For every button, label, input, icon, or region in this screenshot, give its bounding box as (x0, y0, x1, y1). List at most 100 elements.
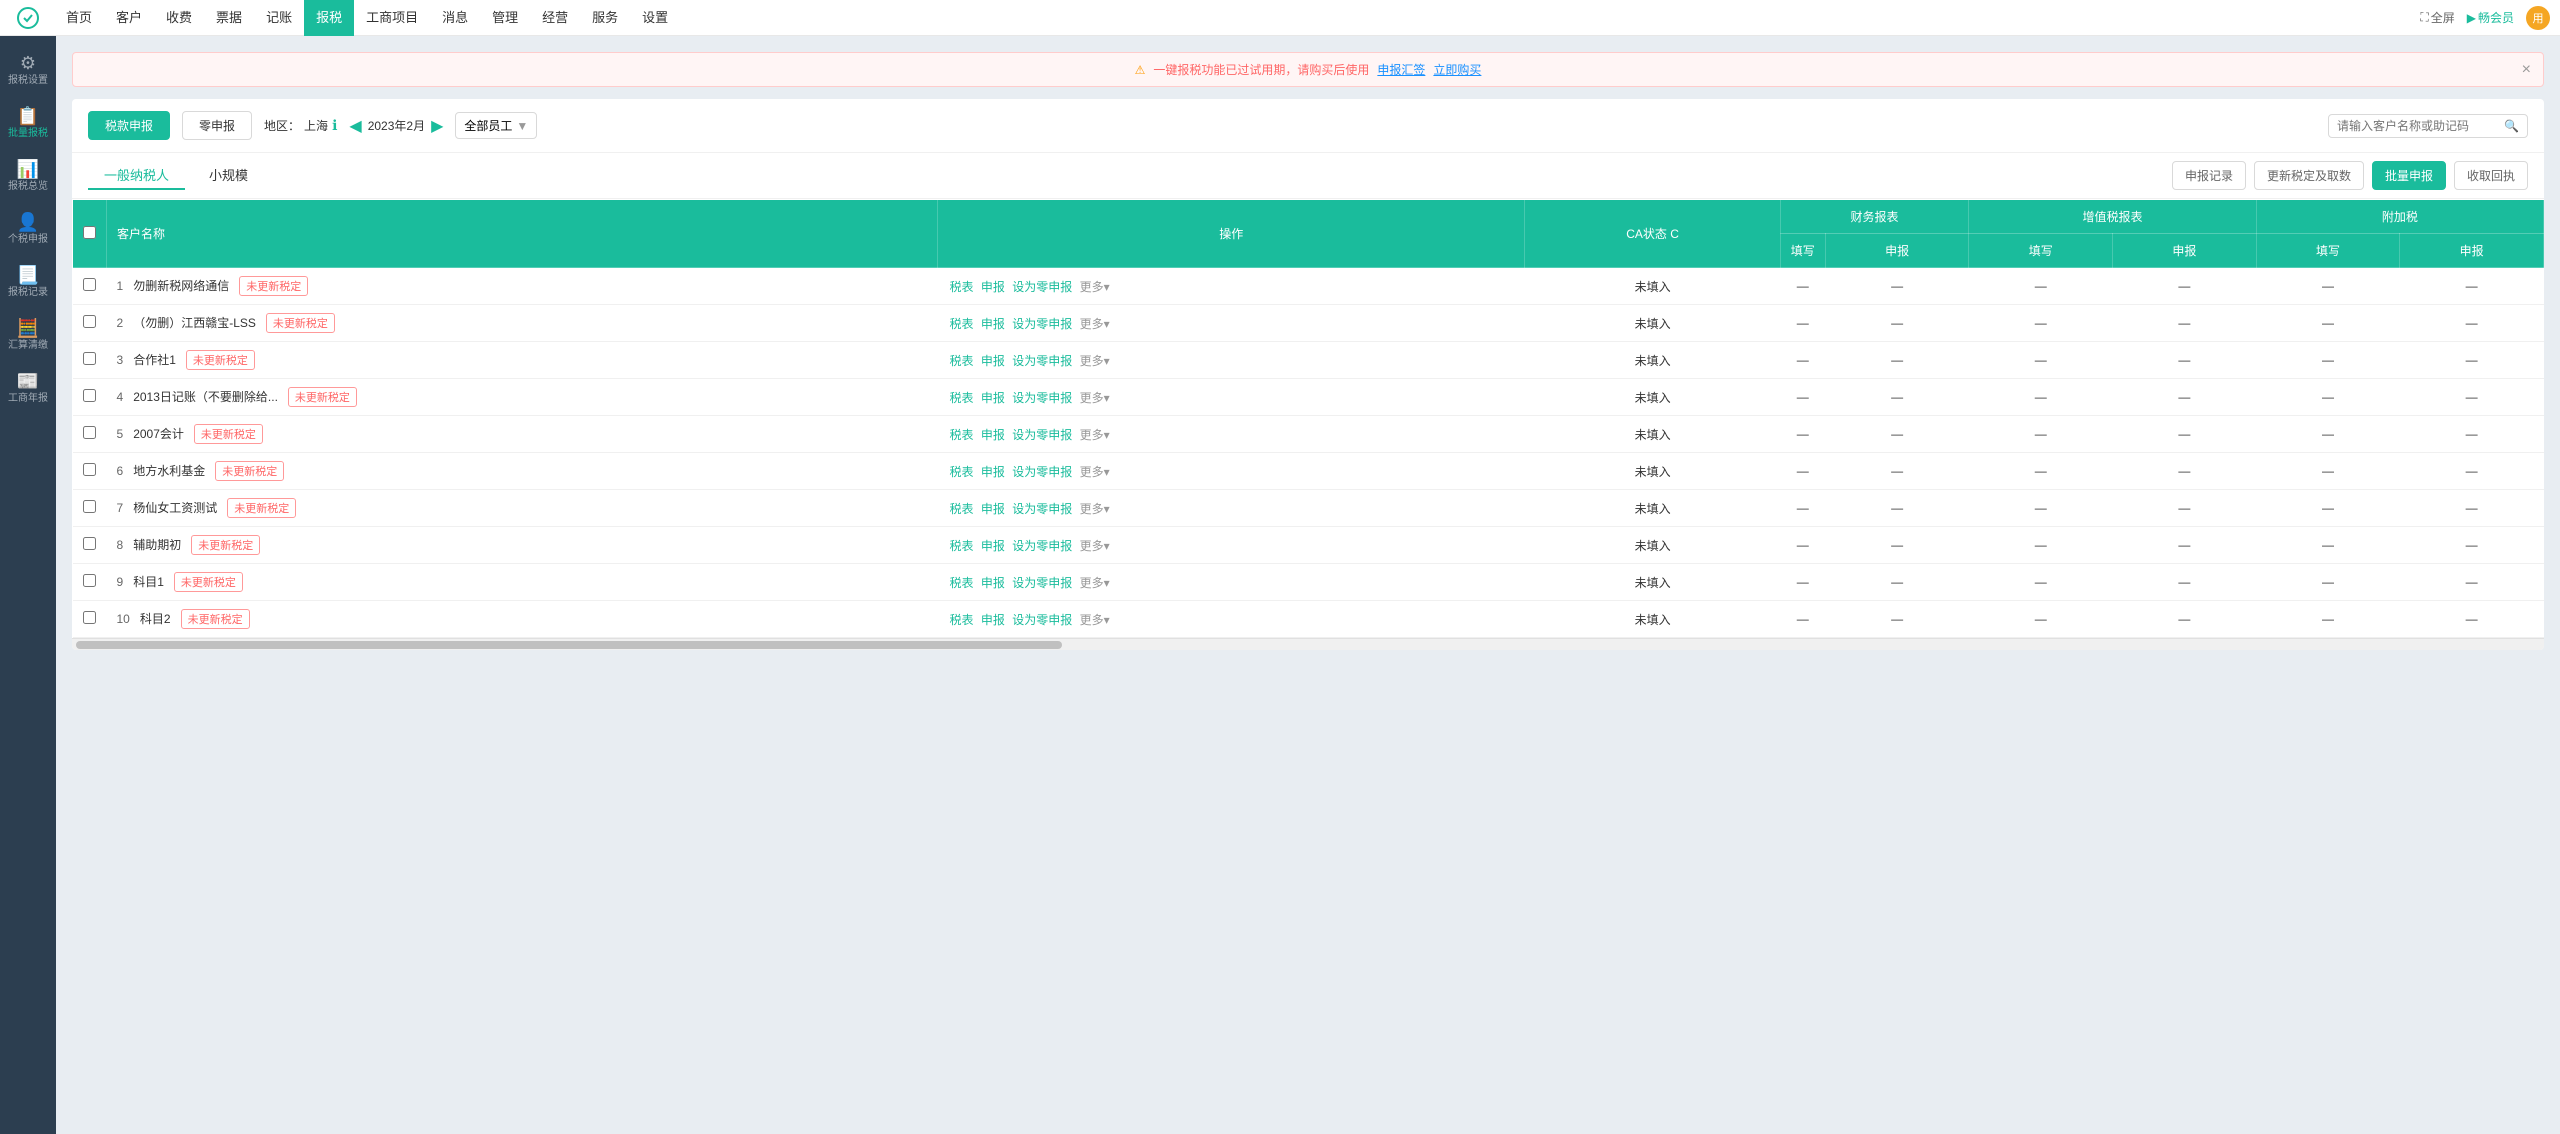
declaration-record-button[interactable]: 申报记录 (2172, 161, 2246, 190)
op-more[interactable]: 更多▾ (1080, 317, 1110, 331)
th-additional-fill: 填写 (2256, 234, 2400, 268)
scroll-thumb[interactable] (76, 641, 1062, 649)
nav-business[interactable]: 工商项目 (354, 0, 430, 36)
op-tax-table[interactable]: 税表 (949, 280, 973, 294)
op-more[interactable]: 更多▾ (1080, 502, 1110, 516)
op-more[interactable]: 更多▾ (1080, 613, 1110, 627)
next-month-button[interactable]: ▶ (431, 116, 443, 136)
update-tax-data-button[interactable]: 更新税定及取数 (2254, 161, 2364, 190)
row-checkbox-6[interactable] (83, 500, 96, 513)
op-report[interactable]: 申报 (981, 317, 1005, 331)
op-report[interactable]: 申报 (981, 280, 1005, 294)
op-more[interactable]: 更多▾ (1080, 428, 1110, 442)
collect-receipt-button[interactable]: 收取回执 (2454, 161, 2528, 190)
op-tax-table[interactable]: 税表 (949, 539, 973, 553)
row-checkbox-2[interactable] (83, 352, 96, 365)
row-checkbox-8[interactable] (83, 574, 96, 587)
row-checkbox-5[interactable] (83, 463, 96, 476)
sidebar-item-settlement[interactable]: 🧮 汇算清缴 (0, 309, 56, 362)
nav-operation[interactable]: 经营 (530, 0, 580, 36)
nav-service[interactable]: 服务 (580, 0, 630, 36)
op-report[interactable]: 申报 (981, 428, 1005, 442)
op-tax-table[interactable]: 税表 (949, 428, 973, 442)
user-avatar[interactable]: 用 (2526, 6, 2550, 30)
sub-toolbar: 一般纳税人 小规模 申报记录 更新税定及取数 批量申报 收取回执 (72, 153, 2544, 199)
op-report[interactable]: 申报 (981, 576, 1005, 590)
row-checkbox-4[interactable] (83, 426, 96, 439)
sidebar-item-annual-report[interactable]: 📰 工商年报 (0, 362, 56, 415)
op-zero-report[interactable]: 设为零申报 (1012, 391, 1072, 405)
op-zero-report[interactable]: 设为零申报 (1012, 317, 1072, 331)
banner-link-buy[interactable]: 立即购买 (1433, 61, 1481, 78)
row-additional-report: — (2400, 564, 2544, 601)
nav-bookkeeping[interactable]: 记账 (254, 0, 304, 36)
row-checkbox-9[interactable] (83, 611, 96, 624)
op-report[interactable]: 申报 (981, 465, 1005, 479)
nav-management[interactable]: 管理 (480, 0, 530, 36)
op-tax-table[interactable]: 税表 (949, 317, 973, 331)
search-input[interactable] (2337, 119, 2504, 133)
tab-general-taxpayer[interactable]: 一般纳税人 (88, 161, 185, 190)
row-taxreturn-report: — (2113, 453, 2257, 490)
member-button[interactable]: ▶ 畅会员 (2467, 9, 2514, 26)
horizontal-scrollbar[interactable] (72, 638, 2544, 650)
sidebar-label-tax-record: 报税记录 (8, 287, 48, 299)
op-more[interactable]: 更多▾ (1080, 576, 1110, 590)
nav-settings[interactable]: 设置 (630, 0, 680, 36)
select-all-checkbox[interactable] (83, 226, 96, 239)
prev-month-button[interactable]: ◀ (349, 116, 361, 136)
search-button[interactable]: 🔍 (2504, 119, 2519, 133)
op-zero-report[interactable]: 设为零申报 (1012, 354, 1072, 368)
op-report[interactable]: 申报 (981, 539, 1005, 553)
op-more[interactable]: 更多▾ (1080, 391, 1110, 405)
sidebar-item-tax-settings[interactable]: ⚙ 报税设置 (0, 44, 56, 97)
op-report[interactable]: 申报 (981, 391, 1005, 405)
nav-message[interactable]: 消息 (430, 0, 480, 36)
row-finance-report: — (1825, 305, 1969, 342)
banner-link-report[interactable]: 申报汇签 (1377, 61, 1425, 78)
banner-close-button[interactable]: × (2522, 61, 2531, 79)
op-more[interactable]: 更多▾ (1080, 354, 1110, 368)
op-tax-table[interactable]: 税表 (949, 502, 973, 516)
tab-small-scale[interactable]: 小规模 (193, 161, 264, 190)
sidebar-item-tax-overview[interactable]: 📊 报税总览 (0, 150, 56, 203)
tab-tax-report[interactable]: 税款申报 (88, 111, 170, 140)
nav-billing[interactable]: 收费 (154, 0, 204, 36)
nav-tax[interactable]: 报税 (304, 0, 354, 36)
row-checkbox-7[interactable] (83, 537, 96, 550)
row-additional-fill: — (2256, 490, 2400, 527)
op-tax-table[interactable]: 税表 (949, 391, 973, 405)
row-checkbox-3[interactable] (83, 389, 96, 402)
batch-declare-button[interactable]: 批量申报 (2372, 161, 2446, 190)
op-zero-report[interactable]: 设为零申报 (1012, 539, 1072, 553)
sidebar-item-batch-tax[interactable]: 📋 批量报税 (0, 97, 56, 150)
staff-dropdown[interactable]: 全部员工 ▼ (455, 112, 537, 139)
op-more[interactable]: 更多▾ (1080, 280, 1110, 294)
op-report[interactable]: 申报 (981, 502, 1005, 516)
nav-customer[interactable]: 客户 (104, 0, 154, 36)
op-more[interactable]: 更多▾ (1080, 539, 1110, 553)
table-row: 3 合作社1 未更新税定 税表 申报 设为零申报 更多▾ 未填入 — — — —… (73, 342, 2544, 379)
op-zero-report[interactable]: 设为零申报 (1012, 465, 1072, 479)
row-num-name-cell: 7 杨仙女工资测试 未更新税定 (107, 490, 938, 527)
op-report[interactable]: 申报 (981, 354, 1005, 368)
op-zero-report[interactable]: 设为零申报 (1012, 576, 1072, 590)
op-tax-table[interactable]: 税表 (949, 576, 973, 590)
row-checkbox-1[interactable] (83, 315, 96, 328)
op-tax-table[interactable]: 税表 (949, 613, 973, 627)
nav-home[interactable]: 首页 (54, 0, 104, 36)
op-more[interactable]: 更多▾ (1080, 465, 1110, 479)
op-report[interactable]: 申报 (981, 613, 1005, 627)
op-zero-report[interactable]: 设为零申报 (1012, 502, 1072, 516)
tab-zero-report[interactable]: 零申报 (182, 111, 252, 140)
op-tax-table[interactable]: 税表 (949, 465, 973, 479)
sidebar-item-personal-tax[interactable]: 👤 个税申报 (0, 203, 56, 256)
op-tax-table[interactable]: 税表 (949, 354, 973, 368)
fullscreen-button[interactable]: ⛶ 全屏 (2420, 9, 2454, 26)
sidebar-item-tax-record[interactable]: 📃 报税记录 (0, 256, 56, 309)
op-zero-report[interactable]: 设为零申报 (1012, 280, 1072, 294)
row-checkbox-0[interactable] (83, 278, 96, 291)
op-zero-report[interactable]: 设为零申报 (1012, 613, 1072, 627)
op-zero-report[interactable]: 设为零申报 (1012, 428, 1072, 442)
nav-invoice[interactable]: 票据 (204, 0, 254, 36)
